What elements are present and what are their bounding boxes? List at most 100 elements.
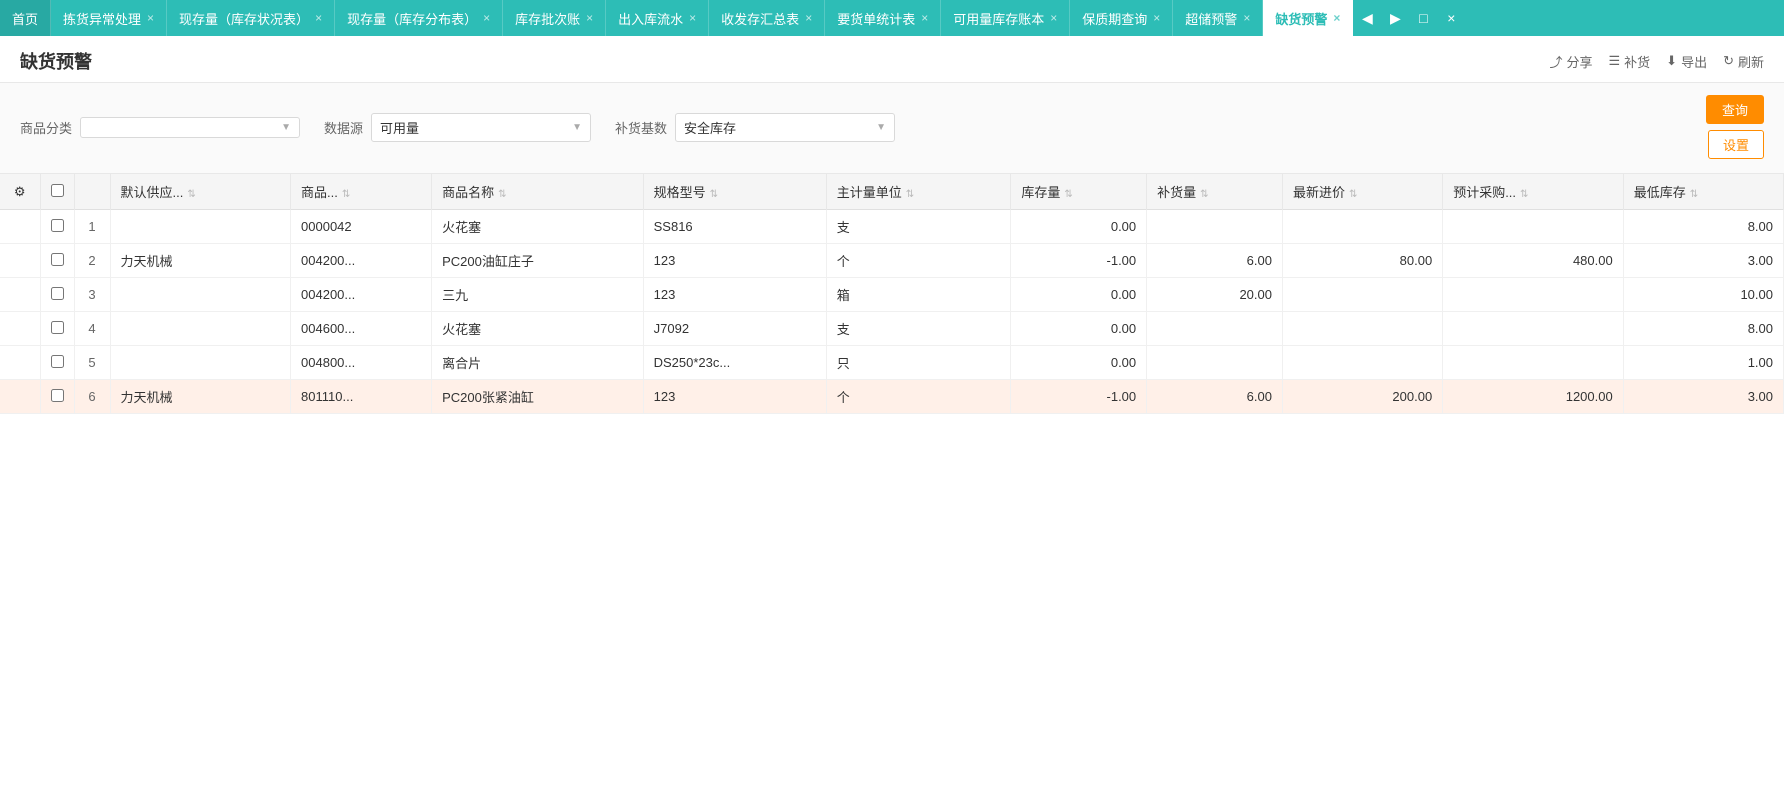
inventory-cell: -1.00 <box>1011 244 1147 278</box>
settings-cell <box>0 380 40 414</box>
share-action[interactable]: ⤴ 分享 <box>1549 52 1592 71</box>
tab-order-stat[interactable]: 要货单统计表 × <box>825 0 941 36</box>
close-tab-abnormal[interactable]: × <box>147 11 154 25</box>
col-replenish-qty[interactable]: 补货量⇅ <box>1147 174 1283 210</box>
close-tab-order-stat[interactable]: × <box>921 11 928 25</box>
tab-inout-flow[interactable]: 出入库流水 × <box>606 0 709 36</box>
row-checkbox[interactable] <box>51 389 64 402</box>
category-select[interactable]: ▼ <box>80 117 300 138</box>
col-product-code[interactable]: 商品...⇅ <box>291 174 432 210</box>
latest-price-cell <box>1282 278 1442 312</box>
row-checkbox[interactable] <box>51 355 64 368</box>
close-tab-inventory-status[interactable]: × <box>315 11 322 25</box>
close-tab-shortage[interactable]: × <box>1333 11 1340 25</box>
replenish-base-arrow-icon: ▼ <box>876 122 886 133</box>
action-buttons: 查询 设置 <box>1706 95 1764 159</box>
refresh-action[interactable]: ↻ 刷新 <box>1723 52 1764 71</box>
tab-next-btn[interactable]: ▶ <box>1381 0 1409 36</box>
min-stock-cell: 3.00 <box>1623 244 1783 278</box>
replenish-icon: ☰ <box>1608 53 1620 69</box>
product-code-cell: 004200... <box>291 278 432 312</box>
checkbox-cell <box>40 210 74 244</box>
tab-overstock[interactable]: 超储预警 × <box>1173 0 1263 36</box>
col-latest-price[interactable]: 最新进价⇅ <box>1282 174 1442 210</box>
col-est-purchase[interactable]: 预计采购...⇅ <box>1443 174 1624 210</box>
sort-purchase-icon: ⇅ <box>1520 189 1528 200</box>
sort-code-icon: ⇅ <box>342 189 350 200</box>
product-code-cell: 004800... <box>291 346 432 380</box>
sort-price-icon: ⇅ <box>1349 189 1357 200</box>
sort-name-icon: ⇅ <box>498 189 506 200</box>
checkbox-cell <box>40 380 74 414</box>
close-all-btn[interactable]: × <box>1437 0 1465 36</box>
row-num-cell: 4 <box>74 312 110 346</box>
datasource-select[interactable]: 可用量 ▼ <box>371 113 591 142</box>
row-checkbox[interactable] <box>51 219 64 232</box>
col-default-supplier[interactable]: 默认供应...⇅ <box>110 174 291 210</box>
replenish-qty-cell <box>1147 346 1283 380</box>
close-tab-available-ledger[interactable]: × <box>1050 11 1057 25</box>
col-product-name[interactable]: 商品名称⇅ <box>432 174 644 210</box>
tab-expiry-query[interactable]: 保质期查询 × <box>1070 0 1173 36</box>
row-checkbox[interactable] <box>51 253 64 266</box>
close-tab-expiry-query[interactable]: × <box>1153 11 1160 25</box>
inventory-cell: 0.00 <box>1011 210 1147 244</box>
product-name-cell: 火花塞 <box>432 210 644 244</box>
window-btn[interactable]: □ <box>1409 0 1437 36</box>
inventory-cell: 0.00 <box>1011 278 1147 312</box>
est-purchase-cell <box>1443 346 1624 380</box>
tab-collect-summary[interactable]: 收发存汇总表 × <box>709 0 825 36</box>
close-tab-batch-account[interactable]: × <box>586 11 593 25</box>
close-tab-inventory-dist[interactable]: × <box>483 11 490 25</box>
export-action[interactable]: ⬇ 导出 <box>1666 52 1707 71</box>
table-row: 5004800...离合片DS250*23c...只0.001.00 <box>0 346 1784 380</box>
col-spec[interactable]: 规格型号⇅ <box>643 174 826 210</box>
product-code-cell: 004600... <box>291 312 432 346</box>
select-all-checkbox[interactable] <box>51 184 64 197</box>
filters-area: 商品分类 ▼ 数据源 可用量 ▼ 补货基数 安全库存 ▼ <box>0 83 1784 174</box>
datasource-value: 可用量 <box>380 118 572 137</box>
close-tab-inout-flow[interactable]: × <box>689 11 696 25</box>
col-inventory[interactable]: 库存量⇅ <box>1011 174 1147 210</box>
tab-shortage[interactable]: 缺货预警 × <box>1263 0 1353 36</box>
export-icon: ⬇ <box>1666 53 1677 69</box>
row-checkbox[interactable] <box>51 287 64 300</box>
product-name-cell: 火花塞 <box>432 312 644 346</box>
row-num-cell: 2 <box>74 244 110 278</box>
replenish-action[interactable]: ☰ 补货 <box>1608 52 1650 71</box>
tab-home[interactable]: 首页 <box>0 0 51 36</box>
close-tab-overstock[interactable]: × <box>1243 11 1250 25</box>
supplier-cell <box>110 278 291 312</box>
settings-button[interactable]: 设置 <box>1708 130 1764 159</box>
supplier-cell <box>110 346 291 380</box>
replenish-base-select[interactable]: 安全库存 ▼ <box>675 113 895 142</box>
col-min-stock[interactable]: 最低库存⇅ <box>1623 174 1783 210</box>
tab-prev-btn[interactable]: ◀ <box>1353 0 1381 36</box>
product-name-cell: 离合片 <box>432 346 644 380</box>
tab-available-ledger[interactable]: 可用量库存账本 × <box>941 0 1070 36</box>
replenish-qty-cell <box>1147 312 1283 346</box>
spec-cell: 123 <box>643 244 826 278</box>
share-icon: ⤴ <box>1549 52 1562 71</box>
category-filter: 商品分类 ▼ <box>20 117 300 138</box>
unit-cell: 个 <box>826 244 1011 278</box>
row-num-cell: 3 <box>74 278 110 312</box>
tab-inventory-status[interactable]: 现存量（库存状况表） × <box>167 0 335 36</box>
refresh-icon: ↻ <box>1723 53 1734 69</box>
tab-inventory-dist[interactable]: 现存量（库存分布表） × <box>335 0 503 36</box>
main-content: 缺货预警 ⤴ 分享 ☰ 补货 ⬇ 导出 ↻ 刷新 商品分类 <box>0 36 1784 796</box>
datasource-arrow-icon: ▼ <box>572 122 582 133</box>
tab-abnormal[interactable]: 拣货异常处理 × <box>51 0 167 36</box>
sort-spec-icon: ⇅ <box>710 189 718 200</box>
tab-batch-account[interactable]: 库存批次账 × <box>503 0 606 36</box>
product-code-cell: 801110... <box>291 380 432 414</box>
close-tab-collect-summary[interactable]: × <box>805 11 812 25</box>
col-unit[interactable]: 主计量单位⇅ <box>826 174 1011 210</box>
settings-cell <box>0 244 40 278</box>
col-settings[interactable]: ⚙ <box>0 174 40 210</box>
row-checkbox[interactable] <box>51 321 64 334</box>
query-button[interactable]: 查询 <box>1706 95 1764 124</box>
latest-price-cell <box>1282 346 1442 380</box>
row-num-cell: 1 <box>74 210 110 244</box>
datasource-label: 数据源 <box>324 118 363 137</box>
